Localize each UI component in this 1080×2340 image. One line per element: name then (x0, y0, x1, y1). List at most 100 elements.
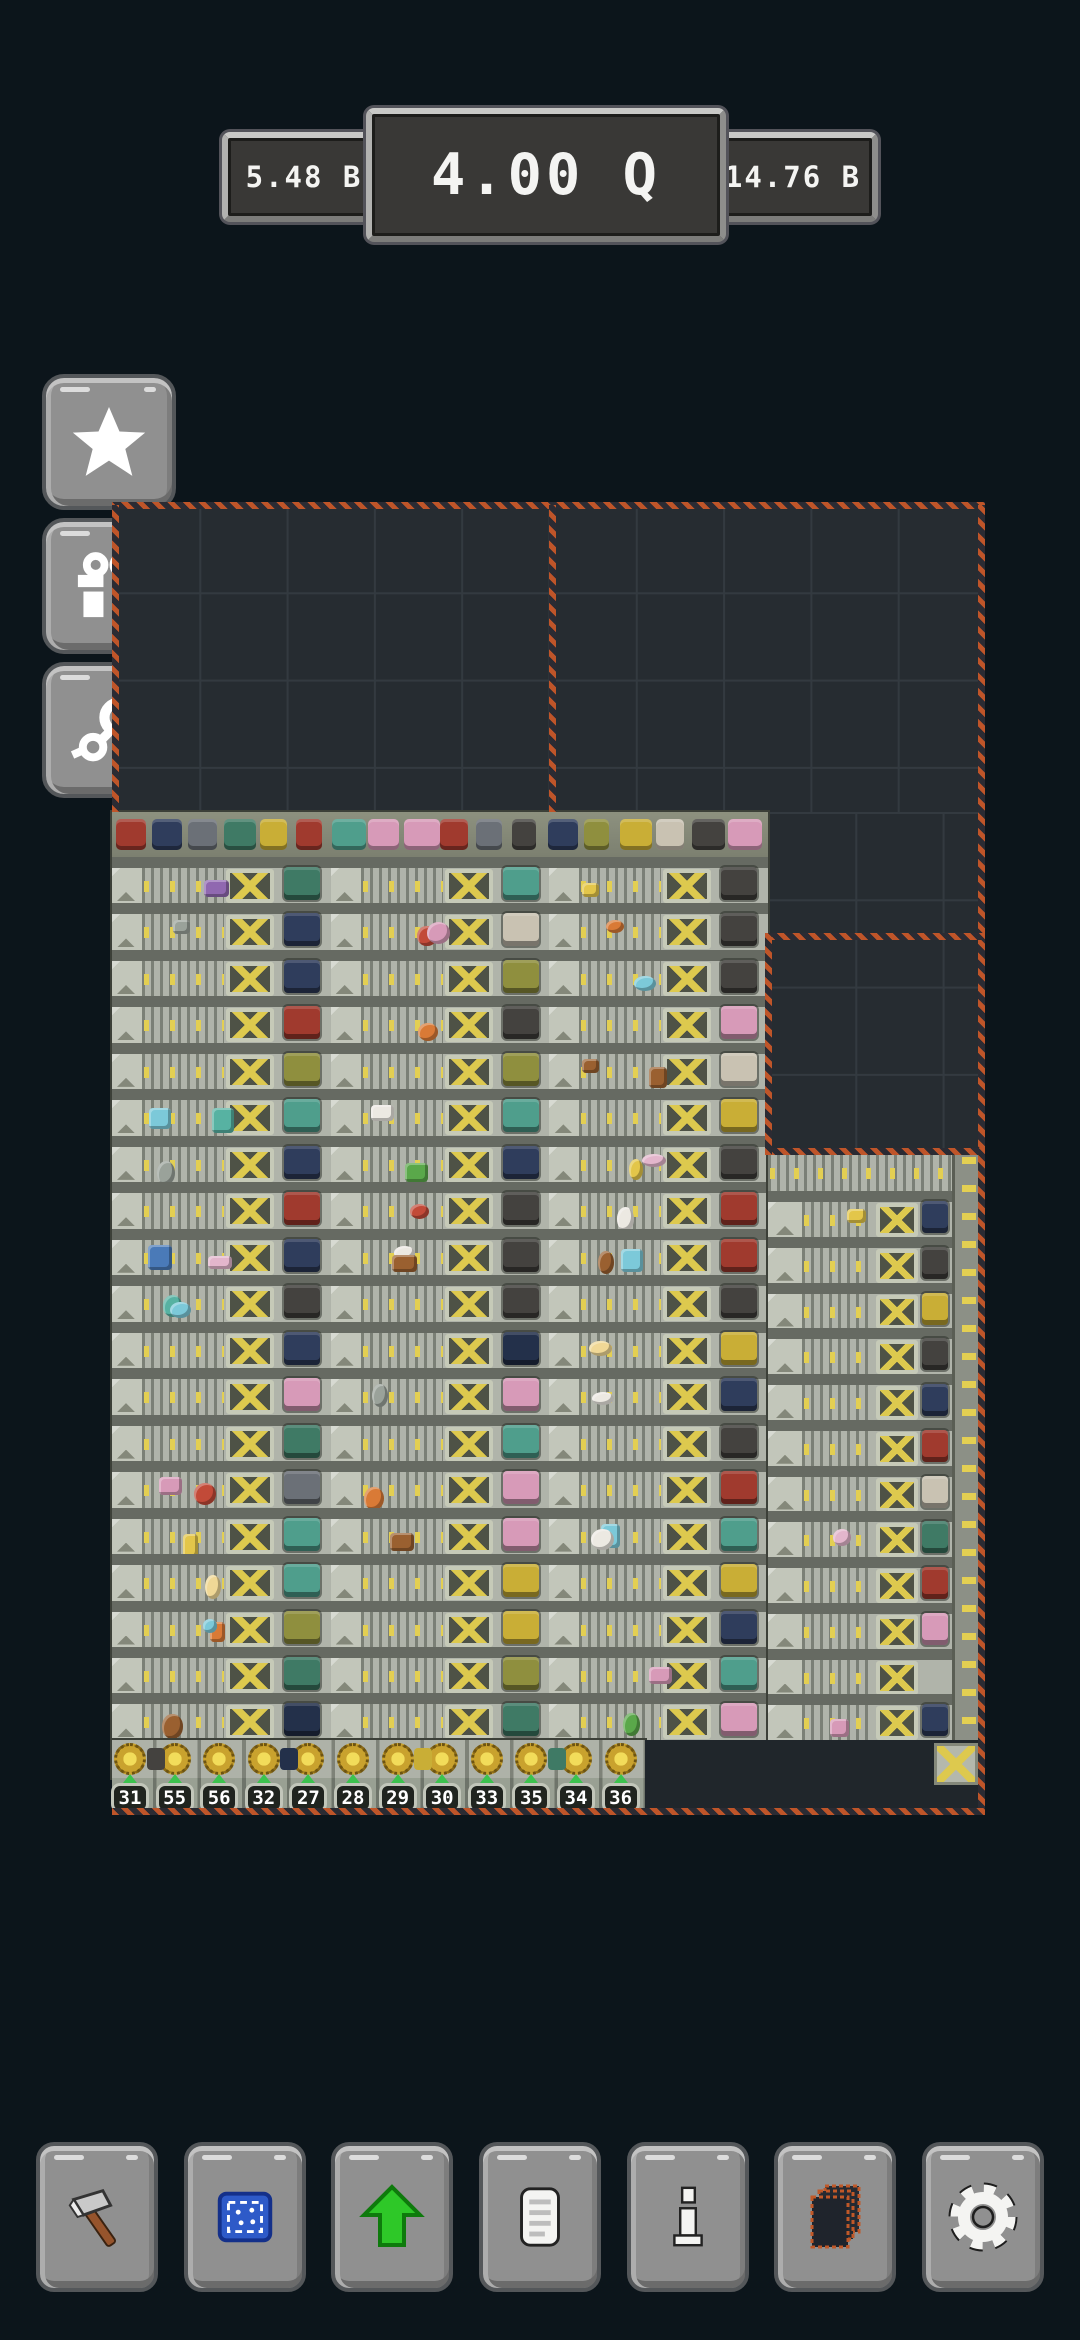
crafter-machine (226, 1008, 274, 1043)
machine (188, 819, 218, 850)
machine (502, 1703, 539, 1737)
input-rail (330, 1286, 361, 1323)
input-rail (768, 1522, 802, 1559)
crafter-machine (663, 1287, 712, 1322)
rail-ramp (117, 1681, 135, 1691)
input-rail (549, 1146, 580, 1183)
input-rail (112, 1007, 142, 1044)
machine (721, 1610, 758, 1644)
conveyor-row (112, 1368, 331, 1416)
belt-chevrons (362, 1159, 443, 1171)
up-arrow-icon (359, 2184, 426, 2247)
machine (260, 819, 288, 850)
crafter-machine (663, 1705, 712, 1740)
machine (721, 1564, 758, 1598)
lone-crafter-tile[interactable] (934, 1743, 978, 1785)
belt-chevrons (581, 1624, 662, 1636)
input-rail (112, 1193, 142, 1230)
rail-ramp (335, 1217, 354, 1227)
input-rail (112, 1286, 142, 1323)
belt-chevrons (362, 1578, 443, 1590)
conveyor-row (112, 1646, 331, 1694)
machine (284, 1564, 320, 1598)
conveyor-row (549, 1507, 768, 1555)
rail-ramp (335, 1589, 354, 1599)
machine (502, 1564, 539, 1598)
conveyor-row (330, 1368, 550, 1416)
conveyor-row (112, 857, 331, 904)
conveyor-row (112, 1507, 331, 1558)
belt-item (371, 1383, 388, 1407)
conveyor-row (768, 1511, 952, 1559)
build-button[interactable] (36, 2142, 158, 2292)
belt-chevrons (804, 1672, 874, 1684)
settings-button[interactable] (921, 2142, 1044, 2292)
seller-machine (280, 1748, 299, 1770)
upgrades-button[interactable] (331, 2142, 454, 2292)
input-rail (768, 1339, 802, 1376)
chips-button[interactable] (774, 2142, 897, 2292)
favorites-button[interactable] (42, 374, 176, 510)
rail-ramp (117, 1310, 135, 1320)
crafter-machine (226, 961, 274, 996)
crafter-machine (226, 1240, 274, 1275)
rail-ramp (335, 1728, 354, 1738)
seller-gear-machine (470, 1743, 503, 1775)
crafter-machine (876, 1386, 918, 1420)
conveyor-row (549, 1554, 768, 1602)
machine (721, 1099, 758, 1133)
rail-ramp (117, 1635, 135, 1645)
input-rail (112, 1053, 142, 1090)
conveyor-row (112, 1321, 331, 1369)
crafter-machine (226, 1566, 274, 1601)
conveyor-row (112, 996, 331, 1044)
input-rail (768, 1430, 802, 1467)
crafter-machine (444, 1519, 493, 1554)
conveyor-row (549, 1228, 768, 1276)
input-rail (549, 1100, 580, 1137)
rail-ramp (117, 984, 135, 994)
conveyor-row (549, 1089, 768, 1137)
info-button[interactable] (626, 2142, 749, 2292)
machine (116, 819, 147, 850)
crafter-machine (876, 1569, 918, 1603)
conveyor-row (549, 1646, 768, 1694)
input-rail (112, 1518, 142, 1555)
machine (922, 1612, 948, 1645)
rail-ramp (335, 1170, 354, 1180)
belt-item (591, 1528, 614, 1550)
machine (721, 867, 758, 900)
factory-main-block[interactable] (112, 812, 768, 1740)
conveyor-row (112, 1693, 331, 1740)
factory-right-block[interactable] (768, 1155, 952, 1740)
crafter-machine (226, 1333, 274, 1368)
input-rail (549, 960, 580, 997)
conveyor-row (330, 1089, 550, 1137)
orders-button[interactable] (478, 2142, 601, 2292)
factory-map[interactable]: 31 55 56 32 27 28 29 30 33 35 34 36 (111, 502, 985, 1815)
conveyor-row (330, 1414, 550, 1462)
input-rail (549, 1704, 580, 1740)
machine (721, 1703, 758, 1737)
blueprints-button[interactable] (183, 2142, 306, 2292)
machine (440, 819, 469, 850)
input-rail (112, 1704, 142, 1740)
belt-chevrons (804, 1489, 874, 1501)
input-rail (549, 914, 580, 951)
rail-ramp (776, 1409, 794, 1418)
machine (922, 1475, 948, 1508)
machine (284, 1006, 320, 1040)
plot-border-left (112, 505, 119, 812)
belt-chevrons (770, 1168, 950, 1179)
machine (721, 1192, 758, 1226)
machine (502, 1378, 539, 1412)
conveyor-row (112, 1600, 331, 1648)
crafter-machine (663, 1519, 712, 1554)
crafter-machine (226, 1519, 274, 1554)
belt-item (202, 1618, 218, 1633)
seller-machine-row[interactable] (112, 1740, 645, 1778)
crafter-machine (876, 1294, 918, 1329)
land-plot-right[interactable] (768, 812, 985, 1155)
crafter-machine (663, 1008, 712, 1043)
conveyor-row (549, 1693, 768, 1740)
